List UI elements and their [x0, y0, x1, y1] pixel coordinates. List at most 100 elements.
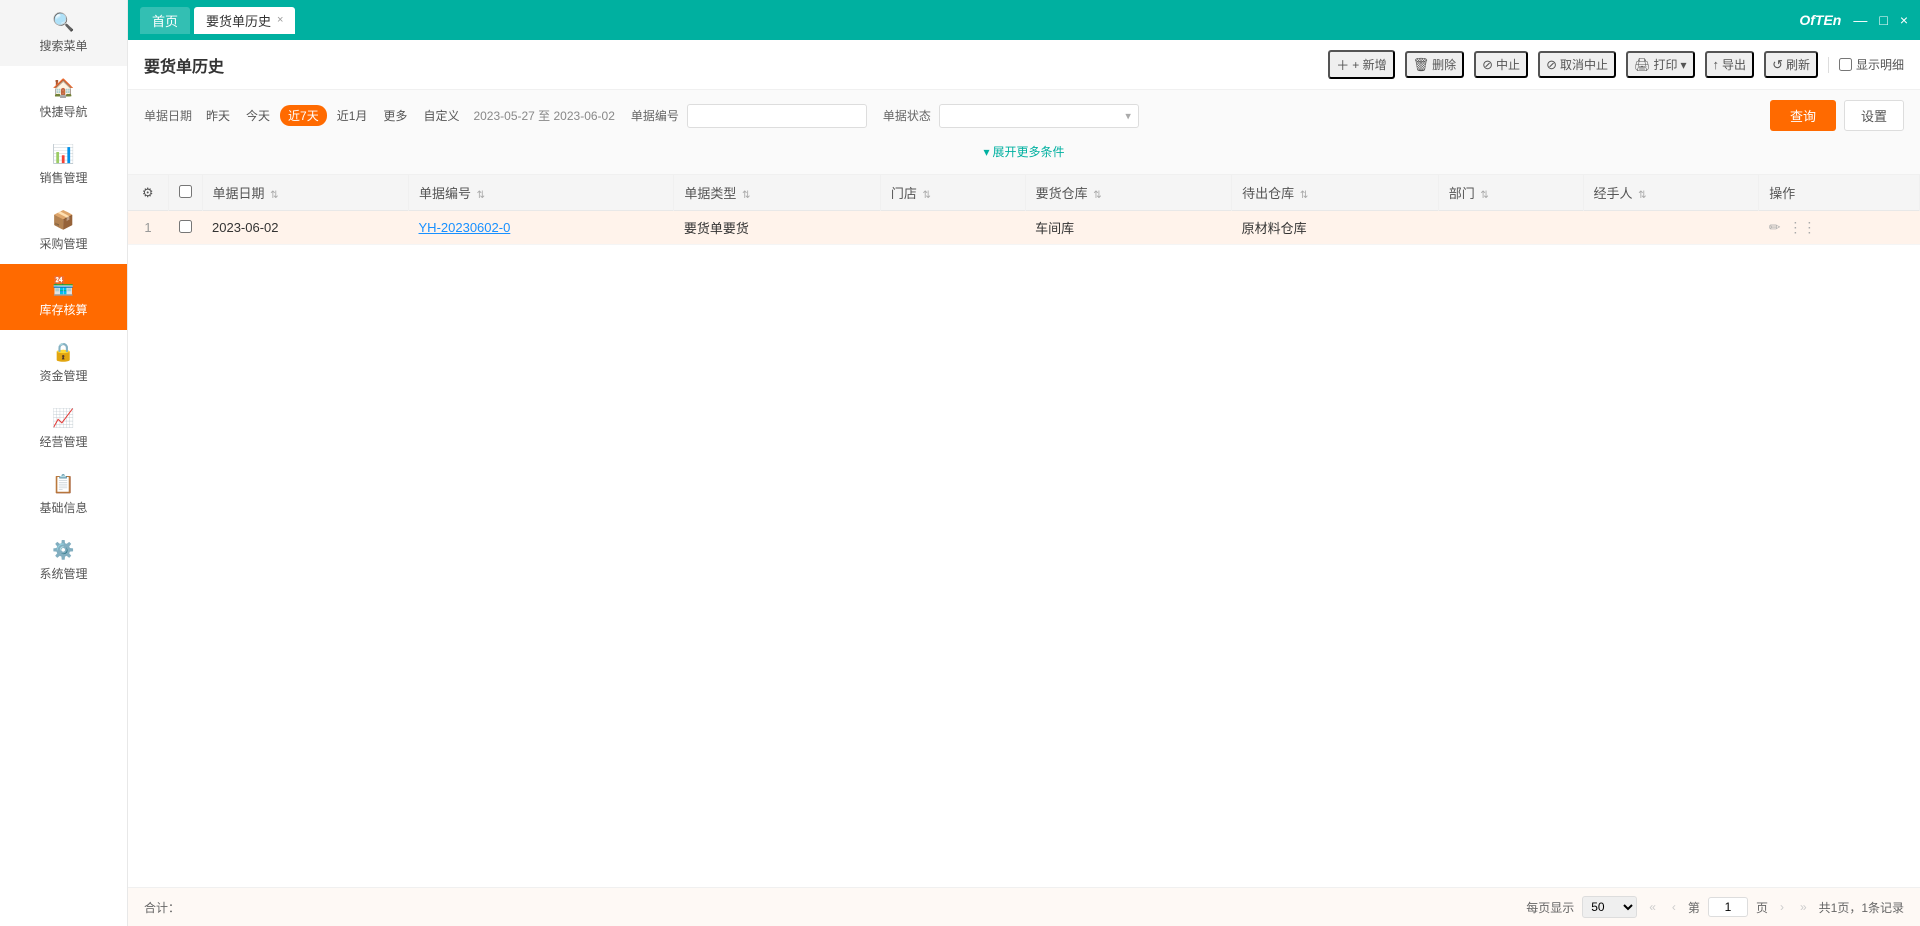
show-detail-checkbox[interactable] [1839, 58, 1852, 71]
stop-button[interactable]: ⊘ 中止 [1474, 51, 1528, 78]
date-btn-today[interactable]: 今天 [240, 105, 276, 126]
inventory-icon: 🏪 [52, 276, 74, 297]
sort-handler-icon[interactable]: ⇅ [1638, 190, 1646, 201]
expand-more-btn[interactable]: ▾ 展开更多条件 [975, 139, 1072, 164]
expand-icon: ▾ [983, 145, 989, 159]
sort-pending-warehouse-icon[interactable]: ⇅ [1300, 190, 1308, 201]
new-button[interactable]: ＋ + 新增 [1328, 50, 1394, 79]
date-btn-7days[interactable]: 近7天 [280, 105, 327, 126]
minimize-icon[interactable]: — [1853, 12, 1867, 28]
finance-mgmt-icon: 🔒 [52, 342, 74, 363]
sort-doc-type-icon[interactable]: ⇅ [742, 190, 750, 201]
th-pending-warehouse: 待出仓库 ⇅ [1232, 175, 1439, 211]
sales-mgmt-icon: 📊 [52, 144, 74, 165]
sort-store-icon[interactable]: ⇅ [922, 190, 930, 201]
doc-status-select[interactable] [939, 104, 1139, 128]
row-req-warehouse: 车间库 [1025, 211, 1232, 245]
doc-no-link[interactable]: YH-20230602-0 [419, 220, 511, 235]
sidebar-item-basic-info[interactable]: 📋 基础信息 [0, 462, 127, 528]
delete-icon: 🗑 [1413, 57, 1430, 73]
date-btn-yesterday[interactable]: 昨天 [200, 105, 236, 126]
sidebar-item-search-menu[interactable]: 🔍 搜索菜单 [0, 0, 127, 66]
close-window-icon[interactable]: × [1900, 12, 1908, 28]
total-label: 合计： [144, 899, 180, 916]
row-checkbox[interactable] [179, 220, 192, 233]
doc-no-input[interactable] [687, 104, 867, 128]
purchase-mgmt-icon: 📦 [52, 210, 74, 231]
query-button[interactable]: 查询 [1770, 100, 1836, 131]
th-doc-date: 单据日期 ⇅ [202, 175, 409, 211]
next-page-btn[interactable]: › [1776, 898, 1788, 916]
filter-group-docno: 单据编号 [631, 104, 867, 128]
table-row[interactable]: 1 2023-06-02 YH-20230602-0 要货单要货 车间库 原材料… [128, 211, 1920, 245]
current-page-input[interactable] [1708, 897, 1748, 917]
sidebar-item-sales-mgmt[interactable]: 📊 销售管理 [0, 132, 127, 198]
export-button[interactable]: ↑ 导出 [1705, 51, 1755, 78]
close-tab-icon[interactable]: × [277, 14, 283, 26]
refresh-label: 刷新 [1786, 56, 1810, 73]
sort-department-icon[interactable]: ⇅ [1480, 190, 1488, 201]
first-page-btn[interactable]: « [1645, 898, 1660, 916]
sidebar-item-quick-nav-label: 快捷导航 [39, 103, 87, 120]
doc-status-label: 单据状态 [883, 107, 931, 124]
date-btn-1month[interactable]: 近1月 [331, 105, 374, 126]
sort-doc-date-icon[interactable]: ⇅ [270, 190, 278, 201]
prev-page-btn[interactable]: ‹ [1668, 898, 1680, 916]
th-doc-date-label: 单据日期 [213, 186, 265, 201]
th-handler: 经手人 ⇅ [1583, 175, 1759, 211]
sidebar-item-ops-mgmt[interactable]: 📈 经营管理 [0, 396, 127, 462]
row-doc-no: YH-20230602-0 [409, 211, 674, 245]
th-settings[interactable]: ⚙ [128, 175, 168, 211]
sort-req-warehouse-icon[interactable]: ⇅ [1093, 190, 1101, 201]
topbar-right: OfTEn — □ × [1791, 12, 1908, 28]
table-header: ⚙ 单据日期 ⇅ 单据编号 ⇅ 单据类型 [128, 175, 1920, 211]
maximize-icon[interactable]: □ [1879, 12, 1887, 28]
date-btn-custom[interactable]: 自定义 [417, 105, 465, 126]
pagination: 每页显示 50 100 200 « ‹ 第 页 › » 共1页，1条记录 [1526, 896, 1904, 918]
sidebar-item-finance-mgmt[interactable]: 🔒 资金管理 [0, 330, 127, 396]
sidebar-item-quick-nav[interactable]: 🏠 快捷导航 [0, 66, 127, 132]
topbar: 首页 要货单历史 × OfTEn — □ × [128, 0, 1920, 40]
print-label: 打印 [1654, 56, 1678, 73]
header-row: ⚙ 单据日期 ⇅ 单据编号 ⇅ 单据类型 [128, 175, 1920, 211]
th-pending-warehouse-label: 待出仓库 [1242, 186, 1294, 201]
show-detail-label[interactable]: 显示明细 [1839, 56, 1904, 73]
content-area: 要货单历史 ＋ + 新增 🗑 删除 ⊘ 中止 ⊘ 取消中止 [128, 40, 1920, 926]
cancel-stop-button[interactable]: ⊘ 取消中止 [1538, 51, 1616, 78]
edit-icon[interactable]: ✏ [1769, 219, 1781, 236]
th-store: 门店 ⇅ [880, 175, 1025, 211]
table-footer: 合计： 每页显示 50 100 200 « ‹ 第 页 › » 共1页，1条记录 [128, 887, 1920, 926]
home-tab[interactable]: 首页 [140, 7, 190, 34]
more-actions-icon[interactable]: ⋮⋮ [1788, 219, 1816, 236]
last-page-btn[interactable]: » [1796, 898, 1811, 916]
sidebar-item-sys-mgmt[interactable]: ⚙️ 系统管理 [0, 528, 127, 594]
filter-group-date: 单据日期 昨天 今天 近7天 近1月 更多 自定义 2023-05-27 至 2… [144, 105, 615, 126]
delete-button[interactable]: 🗑 删除 [1405, 51, 1465, 78]
table-body: 1 2023-06-02 YH-20230602-0 要货单要货 车间库 原材料… [128, 211, 1920, 245]
settings-button[interactable]: 设置 [1844, 100, 1904, 131]
row-doc-date: 2023-06-02 [202, 211, 409, 245]
th-doc-no-label: 单据编号 [419, 186, 471, 201]
per-page-select[interactable]: 50 100 200 [1582, 896, 1637, 918]
filter-action-btns: 查询 设置 [1770, 100, 1904, 131]
row-num: 1 [128, 211, 168, 245]
refresh-button[interactable]: ↺ 刷新 [1764, 51, 1818, 78]
sidebar-item-inventory[interactable]: 🏪 库存核算 [0, 264, 127, 330]
doc-no-label: 单据编号 [631, 107, 679, 124]
select-all-checkbox[interactable] [179, 185, 192, 198]
active-tab-label: 要货单历史 [206, 11, 271, 30]
sidebar-item-ops-mgmt-label: 经营管理 [39, 433, 87, 450]
toolbar-divider [1828, 57, 1829, 73]
sidebar-item-inventory-label: 库存核算 [39, 301, 87, 318]
sidebar-item-search-menu-label: 搜索菜单 [39, 37, 87, 54]
sidebar-item-purchase-mgmt[interactable]: 📦 采购管理 [0, 198, 127, 264]
date-btn-more[interactable]: 更多 [377, 105, 413, 126]
print-button[interactable]: 🖨 打印 ▾ [1626, 51, 1695, 78]
brand-text: OfTEn [1799, 12, 1841, 28]
th-handler-label: 经手人 [1594, 186, 1633, 201]
sort-doc-no-icon[interactable]: ⇅ [477, 190, 485, 201]
basic-info-icon: 📋 [52, 474, 74, 495]
print-dropdown-icon: ▾ [1681, 58, 1687, 72]
row-doc-type: 要货单要货 [674, 211, 881, 245]
active-tab[interactable]: 要货单历史 × [194, 7, 295, 34]
